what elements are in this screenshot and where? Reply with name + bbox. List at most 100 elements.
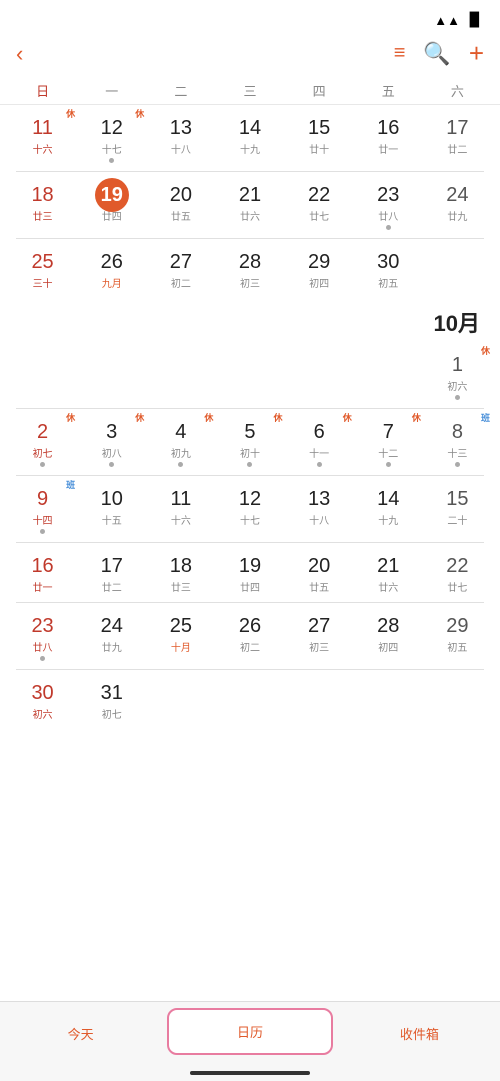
day-cell[interactable]: 班8十三 xyxy=(423,411,492,473)
day-cell[interactable]: 21廿六 xyxy=(215,174,284,236)
day-cell[interactable]: 30初五 xyxy=(354,241,423,296)
day-cell[interactable]: 13 十八 xyxy=(285,478,354,540)
day-number-text: 8 xyxy=(452,422,463,442)
day-number-wrap: 28 xyxy=(371,609,405,643)
day-cell[interactable]: 20廿五 xyxy=(285,545,354,600)
day-number-wrap: 29 xyxy=(440,609,474,643)
day-cell[interactable]: 19廿四 xyxy=(77,174,146,236)
day-number-text: 12 xyxy=(101,118,123,138)
day-cell[interactable]: 29初四 xyxy=(285,241,354,296)
day-cell[interactable]: 休11十六 xyxy=(8,107,77,169)
day-cell[interactable]: 21廿六 xyxy=(354,545,423,600)
bottom-tab-bar: 今天 日历 收件箱 xyxy=(0,1001,500,1081)
nav-back[interactable]: ‹ xyxy=(16,41,27,67)
day-cell[interactable]: 班9十四 xyxy=(8,478,77,540)
day-number-wrap: 24 xyxy=(95,609,129,643)
day-cell[interactable]: 休1初六 xyxy=(423,344,492,406)
day-cell[interactable]: 24廿九 xyxy=(77,605,146,667)
day-number-wrap: 6 xyxy=(302,415,336,449)
day-cell[interactable]: 休12十七 xyxy=(77,107,146,169)
day-number-wrap: 22 xyxy=(302,178,336,212)
lunar-date: 初七 xyxy=(102,711,122,721)
day-number-wrap: 13 xyxy=(302,482,336,516)
day-cell[interactable]: 19廿四 xyxy=(215,545,284,600)
lunar-date: 廿九 xyxy=(447,213,467,223)
october-label: 10月 xyxy=(8,296,492,344)
day-cell[interactable]: 14十九 xyxy=(354,478,423,540)
day-cell[interactable]: 26初二 xyxy=(215,605,284,667)
day-number-text: 20 xyxy=(170,185,192,205)
day-cell[interactable]: 12十七 xyxy=(215,478,284,540)
day-cell[interactable]: 27初三 xyxy=(285,605,354,667)
day-cell[interactable]: 20廿五 xyxy=(146,174,215,236)
day-number-text: 23 xyxy=(31,616,53,636)
day-cell xyxy=(146,672,215,727)
day-cell[interactable]: 11十六 xyxy=(146,478,215,540)
day-cell[interactable]: 25十月 xyxy=(146,605,215,667)
lunar-date: 廿二 xyxy=(447,146,467,156)
day-cell[interactable]: 17廿二 xyxy=(77,545,146,600)
day-cell[interactable]: 15廿十 xyxy=(285,107,354,169)
lunar-date: 廿十 xyxy=(309,146,329,156)
day-number-text: 12 xyxy=(239,489,261,509)
day-cell[interactable]: 28初三 xyxy=(215,241,284,296)
day-cell[interactable]: 30初六 xyxy=(8,672,77,727)
status-icons: ▲▲ ▉ xyxy=(434,12,480,28)
day-cell[interactable]: 休5初十 xyxy=(215,411,284,473)
day-cell[interactable]: 22廿七 xyxy=(423,545,492,600)
day-cell[interactable]: 14十九 xyxy=(215,107,284,169)
oct-week-3: 班9十四10十五11十六12十七 13 十八 14十九15二十 xyxy=(8,478,492,540)
day-cell[interactable]: 休6十一 xyxy=(285,411,354,473)
oct-week-2: 休2初七休3初八休4初九休5初十休6十一休7十二班8十三 xyxy=(8,411,492,473)
october-section: 10月 休1初六 休2初七休3初八休4初九休5初十休6十一休7十二班8十三 班9… xyxy=(0,296,500,727)
day-number-wrap: 16 xyxy=(371,111,405,145)
day-cell[interactable]: 10十五 xyxy=(77,478,146,540)
inbox-tab[interactable]: 收件箱 xyxy=(339,1002,500,1065)
day-cell[interactable]: 18廿三 xyxy=(8,174,77,236)
day-number-wrap: 18 xyxy=(164,549,198,583)
day-number-text: 1 xyxy=(452,355,463,375)
lunar-date: 十八 xyxy=(309,517,329,527)
day-cell[interactable]: 23廿八 xyxy=(354,174,423,236)
lunar-date: 初五 xyxy=(447,644,467,654)
day-number-wrap: 20 xyxy=(302,549,336,583)
day-cell[interactable]: 16廿一 xyxy=(354,107,423,169)
lunar-date: 廿三 xyxy=(171,584,191,594)
day-cell[interactable]: 18廿三 xyxy=(146,545,215,600)
day-cell[interactable]: 休2初七 xyxy=(8,411,77,473)
day-cell[interactable]: 29初五 xyxy=(423,605,492,667)
day-cell[interactable]: 17廿二 xyxy=(423,107,492,169)
day-cell[interactable]: 24廿九 xyxy=(423,174,492,236)
search-icon[interactable]: 🔍 xyxy=(423,41,450,67)
day-cell[interactable]: 休7十二 xyxy=(354,411,423,473)
day-cell[interactable]: 22廿七 xyxy=(285,174,354,236)
lunar-date: 廿六 xyxy=(378,584,398,594)
lunar-date: 廿八 xyxy=(33,644,53,654)
day-cell[interactable]: 16廿一 xyxy=(8,545,77,600)
day-cell[interactable]: 25三十 xyxy=(8,241,77,296)
day-number-text: 26 xyxy=(101,252,123,272)
day-cell[interactable]: 休3初八 xyxy=(77,411,146,473)
day-cell xyxy=(423,672,492,727)
lunar-date: 初八 xyxy=(102,450,122,460)
calendar-label: 日历 xyxy=(237,1022,263,1041)
day-cell[interactable]: 27初二 xyxy=(146,241,215,296)
day-badge: 休 xyxy=(274,411,283,424)
day-cell[interactable]: 23 廿八 xyxy=(8,605,77,667)
day-cell[interactable]: 26九月 xyxy=(77,241,146,296)
add-icon[interactable]: + xyxy=(469,38,484,69)
day-number-text: 19 xyxy=(239,556,261,576)
day-number-text: 13 xyxy=(308,489,330,509)
day-cell[interactable]: 28初四 xyxy=(354,605,423,667)
day-cell[interactable]: 13十八 xyxy=(146,107,215,169)
today-tab[interactable]: 今天 xyxy=(0,1002,161,1065)
list-view-icon[interactable]: ≡ xyxy=(394,42,406,65)
day-number-text: 10 xyxy=(101,489,123,509)
day-number-text: 15 xyxy=(446,489,468,509)
calendar-tab[interactable]: 日历 xyxy=(167,1008,332,1055)
day-cell[interactable]: 31初七 xyxy=(77,672,146,727)
day-cell[interactable]: 15二十 xyxy=(423,478,492,540)
day-number-text: 6 xyxy=(314,422,325,442)
day-cell[interactable]: 休4初九 xyxy=(146,411,215,473)
day-number-wrap: 31 xyxy=(95,676,129,710)
